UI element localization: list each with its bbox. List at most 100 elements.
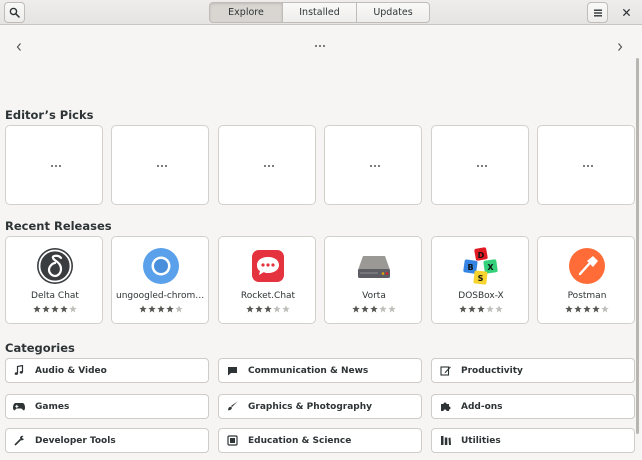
star-filled-icon bbox=[42, 305, 50, 313]
star-filled-icon bbox=[148, 305, 156, 313]
featured-carousel bbox=[0, 26, 642, 94]
star-filled-icon bbox=[477, 305, 485, 313]
close-icon bbox=[622, 8, 631, 17]
loading-indicator bbox=[365, 160, 385, 172]
star-rating bbox=[112, 305, 210, 313]
editors-pick-tile[interactable] bbox=[111, 125, 209, 205]
carousel-prev-button[interactable] bbox=[12, 40, 26, 54]
app-name: Vorta bbox=[362, 291, 386, 301]
scrollbar[interactable] bbox=[636, 28, 640, 458]
category-utilities[interactable]: Utilities bbox=[431, 428, 635, 453]
category-communication-news[interactable]: Communication & News bbox=[218, 358, 422, 383]
editors-pick-tile[interactable] bbox=[5, 125, 103, 205]
section-title-categories: Categories bbox=[5, 341, 75, 355]
tab-explore[interactable]: Explore bbox=[209, 2, 283, 23]
editors-pick-tile[interactable] bbox=[431, 125, 529, 205]
rocket-chat-icon bbox=[252, 250, 284, 282]
app-tile-ungoogled-chromium[interactable]: ungoogled-chromium bbox=[111, 236, 209, 324]
dosbox-icon: D B X S bbox=[463, 247, 498, 285]
star-filled-icon bbox=[370, 305, 378, 313]
app-name: Postman bbox=[567, 291, 607, 301]
category-add-ons[interactable]: Add-ons bbox=[431, 394, 635, 419]
tab-installed[interactable]: Installed bbox=[283, 2, 357, 23]
view-switcher: Explore Installed Updates bbox=[209, 2, 430, 23]
search-icon bbox=[9, 7, 20, 18]
star-filled-icon bbox=[592, 305, 600, 313]
loading-indicator bbox=[152, 160, 172, 172]
loading-indicator bbox=[578, 160, 598, 172]
app-name: Delta Chat bbox=[31, 291, 79, 301]
header-bar: Explore Installed Updates bbox=[0, 0, 642, 25]
delta-chat-icon bbox=[37, 248, 73, 284]
star-empty-icon bbox=[379, 305, 387, 313]
svg-text:B: B bbox=[467, 263, 473, 272]
star-filled-icon bbox=[33, 305, 41, 313]
star-filled-icon bbox=[264, 305, 272, 313]
editors-pick-tile[interactable] bbox=[537, 125, 635, 205]
star-filled-icon bbox=[361, 305, 369, 313]
svg-text:S: S bbox=[478, 274, 484, 283]
star-rating bbox=[219, 305, 317, 313]
tab-updates[interactable]: Updates bbox=[357, 2, 430, 23]
carousel-next-button[interactable] bbox=[613, 40, 627, 54]
brush-icon bbox=[226, 401, 238, 413]
edit-icon bbox=[439, 365, 451, 377]
app-name: DOSBox-X bbox=[458, 291, 504, 301]
star-filled-icon bbox=[157, 305, 165, 313]
music-note-icon bbox=[13, 365, 25, 377]
star-filled-icon bbox=[468, 305, 476, 313]
star-filled-icon bbox=[583, 305, 591, 313]
book-icon bbox=[226, 435, 238, 447]
postman-icon bbox=[569, 248, 605, 284]
category-productivity[interactable]: Productivity bbox=[431, 358, 635, 383]
category-developer-tools[interactable]: Developer Tools bbox=[5, 428, 209, 453]
main-menu-button[interactable] bbox=[587, 2, 608, 23]
star-empty-icon bbox=[282, 305, 290, 313]
window-close-button[interactable] bbox=[618, 4, 635, 21]
search-button[interactable] bbox=[4, 2, 25, 23]
puzzle-icon bbox=[439, 401, 451, 413]
gamepad-icon bbox=[13, 401, 25, 413]
app-tile-rocket-chat[interactable]: Rocket.Chat bbox=[218, 236, 316, 324]
app-tile-delta-chat[interactable]: Delta Chat bbox=[5, 236, 103, 324]
category-education-science[interactable]: Education & Science bbox=[218, 428, 422, 453]
star-empty-icon bbox=[69, 305, 77, 313]
chevron-right-icon bbox=[618, 43, 623, 51]
tools-icon bbox=[13, 435, 25, 447]
utilities-icon bbox=[439, 435, 451, 447]
editors-pick-tile[interactable] bbox=[324, 125, 422, 205]
star-filled-icon bbox=[255, 305, 263, 313]
star-rating bbox=[325, 305, 423, 313]
star-empty-icon bbox=[175, 305, 183, 313]
loading-indicator bbox=[46, 160, 66, 172]
hamburger-icon bbox=[593, 9, 602, 16]
editors-pick-tile[interactable] bbox=[218, 125, 316, 205]
chat-bubble-icon bbox=[226, 365, 238, 377]
star-empty-icon bbox=[388, 305, 396, 313]
section-title-editors-picks: Editor’s Picks bbox=[5, 108, 94, 122]
star-filled-icon bbox=[166, 305, 174, 313]
star-rating bbox=[6, 305, 104, 313]
star-filled-icon bbox=[565, 305, 573, 313]
carousel-loading-indicator bbox=[310, 40, 330, 52]
loading-indicator bbox=[259, 160, 279, 172]
app-tile-vorta[interactable]: Vorta bbox=[324, 236, 422, 324]
app-tile-postman[interactable]: Postman bbox=[537, 236, 635, 324]
loading-indicator bbox=[472, 160, 492, 172]
star-filled-icon bbox=[51, 305, 59, 313]
star-rating bbox=[538, 305, 636, 313]
star-empty-icon bbox=[486, 305, 494, 313]
star-rating bbox=[432, 305, 530, 313]
star-filled-icon bbox=[459, 305, 467, 313]
app-tile-dosbox-x[interactable]: D B X S DOSBox-X bbox=[431, 236, 529, 324]
category-graphics-photography[interactable]: Graphics & Photography bbox=[218, 394, 422, 419]
vorta-icon bbox=[358, 256, 390, 278]
chromium-icon bbox=[143, 248, 179, 284]
category-games[interactable]: Games bbox=[5, 394, 209, 419]
scrollbar-thumb[interactable] bbox=[636, 58, 639, 434]
star-filled-icon bbox=[574, 305, 582, 313]
category-audio-video[interactable]: Audio & Video bbox=[5, 358, 209, 383]
star-empty-icon bbox=[495, 305, 503, 313]
svg-text:D: D bbox=[478, 251, 485, 260]
star-empty-icon bbox=[273, 305, 281, 313]
